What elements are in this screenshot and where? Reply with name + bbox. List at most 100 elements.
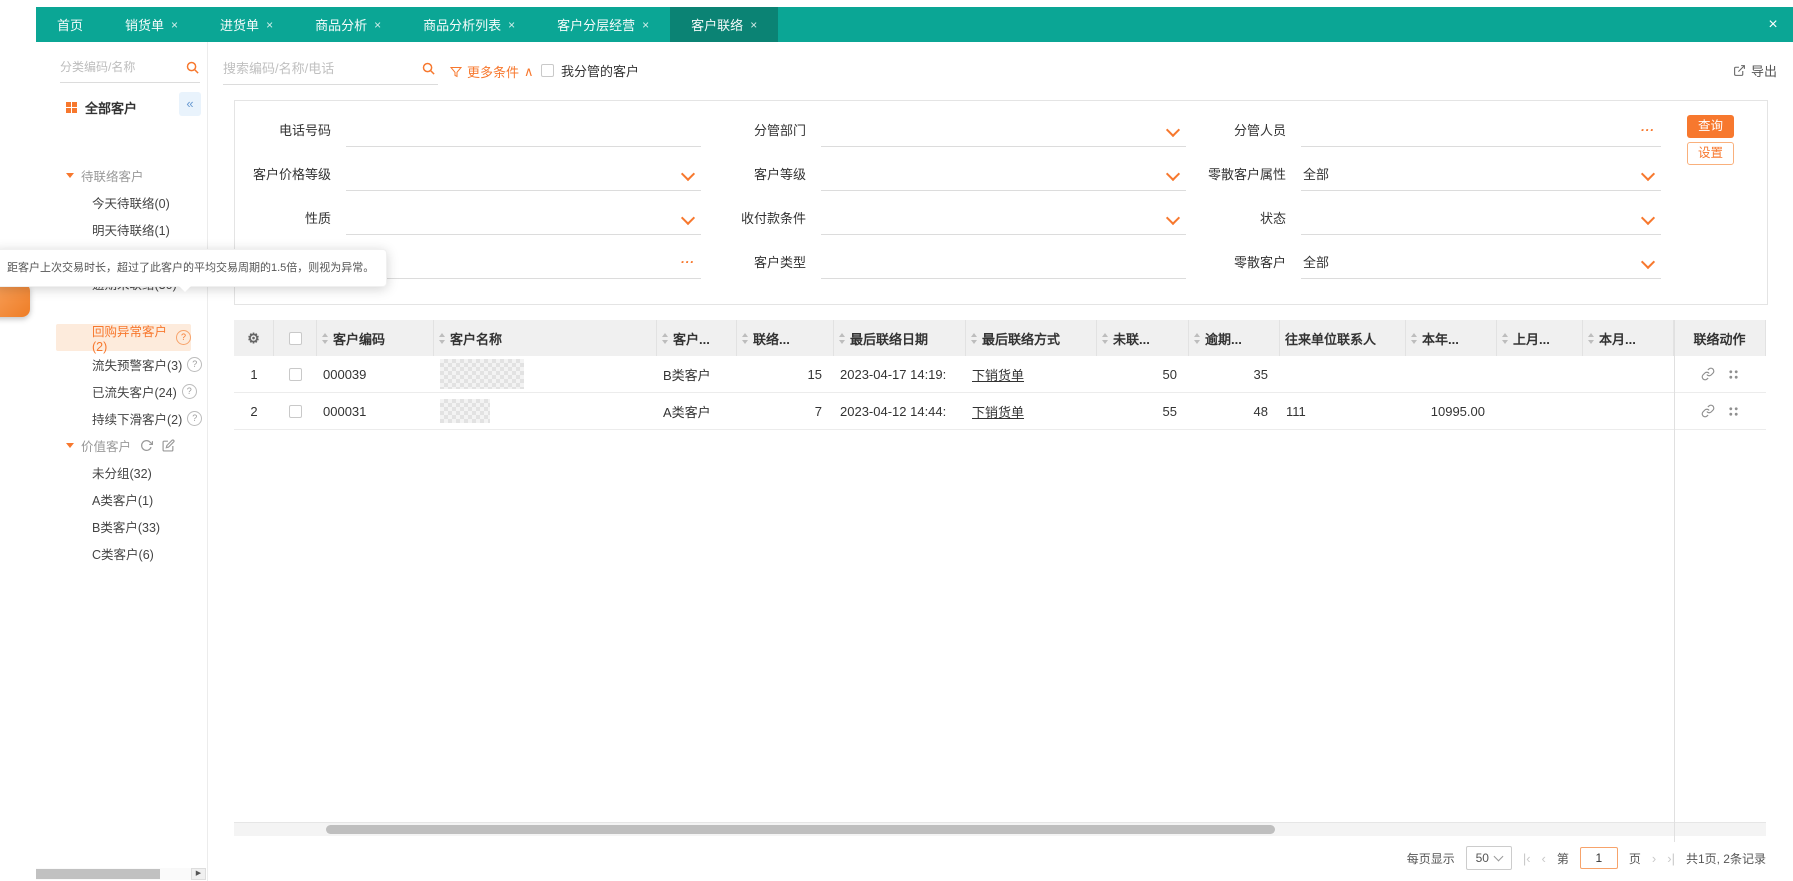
per-page-select[interactable]: 50 (1465, 846, 1512, 870)
tab-customer-contact-active[interactable]: 客户联络 × (670, 7, 779, 42)
tab-product-analysis-list[interactable]: 商品分析列表 × (402, 7, 536, 42)
scrollbar-right-arrow[interactable]: ▶ (191, 868, 206, 880)
tab-product-analysis[interactable]: 商品分析 × (294, 7, 402, 42)
tree-item-churned[interactable]: 已流失客户(24)? (36, 378, 207, 405)
link-icon[interactable] (1701, 404, 1715, 418)
header-last-contact-date[interactable]: 最后联络日期 (834, 320, 966, 356)
payment-terms-select[interactable] (821, 204, 1186, 235)
chevron-down-icon[interactable] (1640, 254, 1656, 270)
close-tab-icon[interactable]: × (171, 18, 178, 32)
chevron-down-icon[interactable] (1165, 210, 1181, 226)
tree-item-tomorrow-pending[interactable]: 明天待联络(1) (36, 216, 207, 243)
tree-group-pending-contact[interactable]: 待联络客户 (36, 162, 207, 189)
actions-grid-icon[interactable] (1727, 405, 1740, 418)
customer-search-input[interactable] (223, 56, 403, 81)
link-icon[interactable] (1701, 367, 1715, 381)
first-page-button[interactable]: |‹ (1523, 851, 1531, 866)
header-overdue[interactable]: 逾期... (1189, 320, 1280, 356)
scrollbar-thumb[interactable] (326, 825, 1275, 834)
table-row[interactable]: 2 000031 A类客户 7 2023-04-12 14:44: 下销货单 5… (234, 393, 1766, 430)
header-customer-name[interactable]: 客户名称 (434, 320, 657, 356)
chevron-down-icon[interactable] (1165, 166, 1181, 182)
row-checkbox[interactable] (289, 367, 302, 381)
sidebar-collapse-button[interactable]: « (179, 92, 201, 116)
chevron-down-icon[interactable] (680, 210, 696, 226)
query-button[interactable]: 查询 (1687, 115, 1734, 138)
sort-icon[interactable] (1102, 332, 1108, 344)
actions-grid-icon[interactable] (1727, 368, 1740, 381)
sort-icon[interactable] (1502, 332, 1508, 344)
retail-customer-select[interactable]: 全部 (1301, 248, 1661, 279)
header-last-contact-method[interactable]: 最后联络方式 (966, 320, 1097, 356)
my-customers-filter[interactable]: 我分管的客户 (541, 61, 639, 80)
sort-icon[interactable] (971, 332, 977, 344)
hidden-picker[interactable]: ... (346, 248, 701, 279)
sort-icon[interactable] (1194, 332, 1200, 344)
header-contact-count[interactable]: 联络... (737, 320, 834, 356)
header-customer-grade[interactable]: 客户... (657, 320, 737, 356)
tree-item-ungrouped[interactable]: 未分组(32) (36, 459, 207, 486)
help-icon[interactable]: ? (181, 384, 197, 399)
close-tab-icon[interactable]: × (266, 18, 273, 32)
last-page-button[interactable]: ›| (1667, 851, 1675, 866)
tree-item-today-pending[interactable]: 今天待联络(0) (36, 189, 207, 216)
settings-button[interactable]: 设置 (1687, 142, 1734, 165)
sort-icon[interactable] (322, 332, 328, 344)
header-customer-code[interactable]: 客户编码 (317, 320, 434, 356)
customer-grade-select[interactable] (821, 160, 1186, 191)
tree-item-class-a[interactable]: A类客户(1) (36, 486, 207, 513)
select-all-checkbox[interactable] (288, 331, 302, 345)
floating-side-handle[interactable] (0, 283, 30, 317)
search-icon[interactable] (421, 61, 436, 76)
sort-icon[interactable] (662, 332, 668, 344)
search-icon[interactable] (185, 60, 200, 75)
retail-attr-select[interactable]: 全部 (1301, 160, 1661, 191)
sidebar-horizontal-scrollbar[interactable]: ▶ (36, 868, 206, 880)
header-this-month[interactable]: 本月... (1583, 320, 1674, 356)
help-icon[interactable]: ? (187, 357, 203, 372)
tree-item-class-b[interactable]: B类客户(33) (36, 513, 207, 540)
sort-icon[interactable] (742, 332, 748, 344)
window-close-icon[interactable]: × (1753, 7, 1793, 42)
refresh-icon[interactable] (140, 439, 154, 452)
header-last-month[interactable]: 上月... (1497, 320, 1583, 356)
price-grade-select[interactable] (346, 160, 701, 191)
category-search-input[interactable] (60, 56, 172, 78)
sales-order-link[interactable]: 下销货单 (972, 402, 1024, 421)
page-number-input[interactable] (1579, 847, 1618, 869)
next-page-button[interactable]: › (1652, 851, 1656, 866)
tab-home[interactable]: 首页 (36, 7, 104, 42)
help-icon[interactable]: ? (176, 330, 191, 345)
tree-item-class-c[interactable]: C类客户(6) (36, 540, 207, 567)
phone-input[interactable] (346, 116, 701, 147)
nature-select[interactable] (346, 204, 701, 235)
customer-type-input[interactable] (821, 248, 1186, 279)
more-filters-toggle[interactable]: 更多条件 ∧ (450, 62, 534, 81)
sales-order-link[interactable]: 下销货单 (972, 365, 1024, 384)
sort-icon[interactable] (1588, 332, 1594, 344)
tab-sales-order[interactable]: 销货单 × (104, 7, 199, 42)
tree-item-churn-warning[interactable]: 流失预警客户(3)? (36, 351, 207, 378)
close-tab-icon[interactable]: × (642, 18, 649, 32)
tree-group-value-customers[interactable]: 价值客户 (36, 432, 207, 459)
gear-icon[interactable]: ⚙ (247, 330, 260, 347)
sort-icon[interactable] (1411, 332, 1417, 344)
column-settings-header[interactable]: ⚙ (234, 320, 274, 356)
close-tab-icon[interactable]: × (374, 18, 381, 32)
tab-purchase-order[interactable]: 进货单 × (199, 7, 294, 42)
ellipsis-icon[interactable]: ... (681, 251, 695, 266)
export-button[interactable]: 导出 (1733, 61, 1777, 80)
sort-icon[interactable] (439, 332, 445, 344)
tree-item-continuous-decline[interactable]: 持续下滑客户(2)? (36, 405, 207, 432)
status-select[interactable] (1301, 204, 1661, 235)
prev-page-button[interactable]: ‹ (1542, 851, 1546, 866)
table-horizontal-scrollbar[interactable] (234, 822, 1766, 836)
sidebar-item-all-customers[interactable]: 全部客户 (66, 94, 175, 120)
chevron-down-icon[interactable] (680, 166, 696, 182)
tab-customer-segmentation[interactable]: 客户分层经营 × (536, 7, 670, 42)
help-icon[interactable]: ? (187, 411, 203, 426)
header-this-year[interactable]: 本年... (1406, 320, 1497, 356)
header-contact-person[interactable]: 往来单位联系人 (1280, 320, 1406, 356)
row-checkbox[interactable] (289, 404, 302, 418)
close-tab-icon[interactable]: × (750, 18, 757, 32)
